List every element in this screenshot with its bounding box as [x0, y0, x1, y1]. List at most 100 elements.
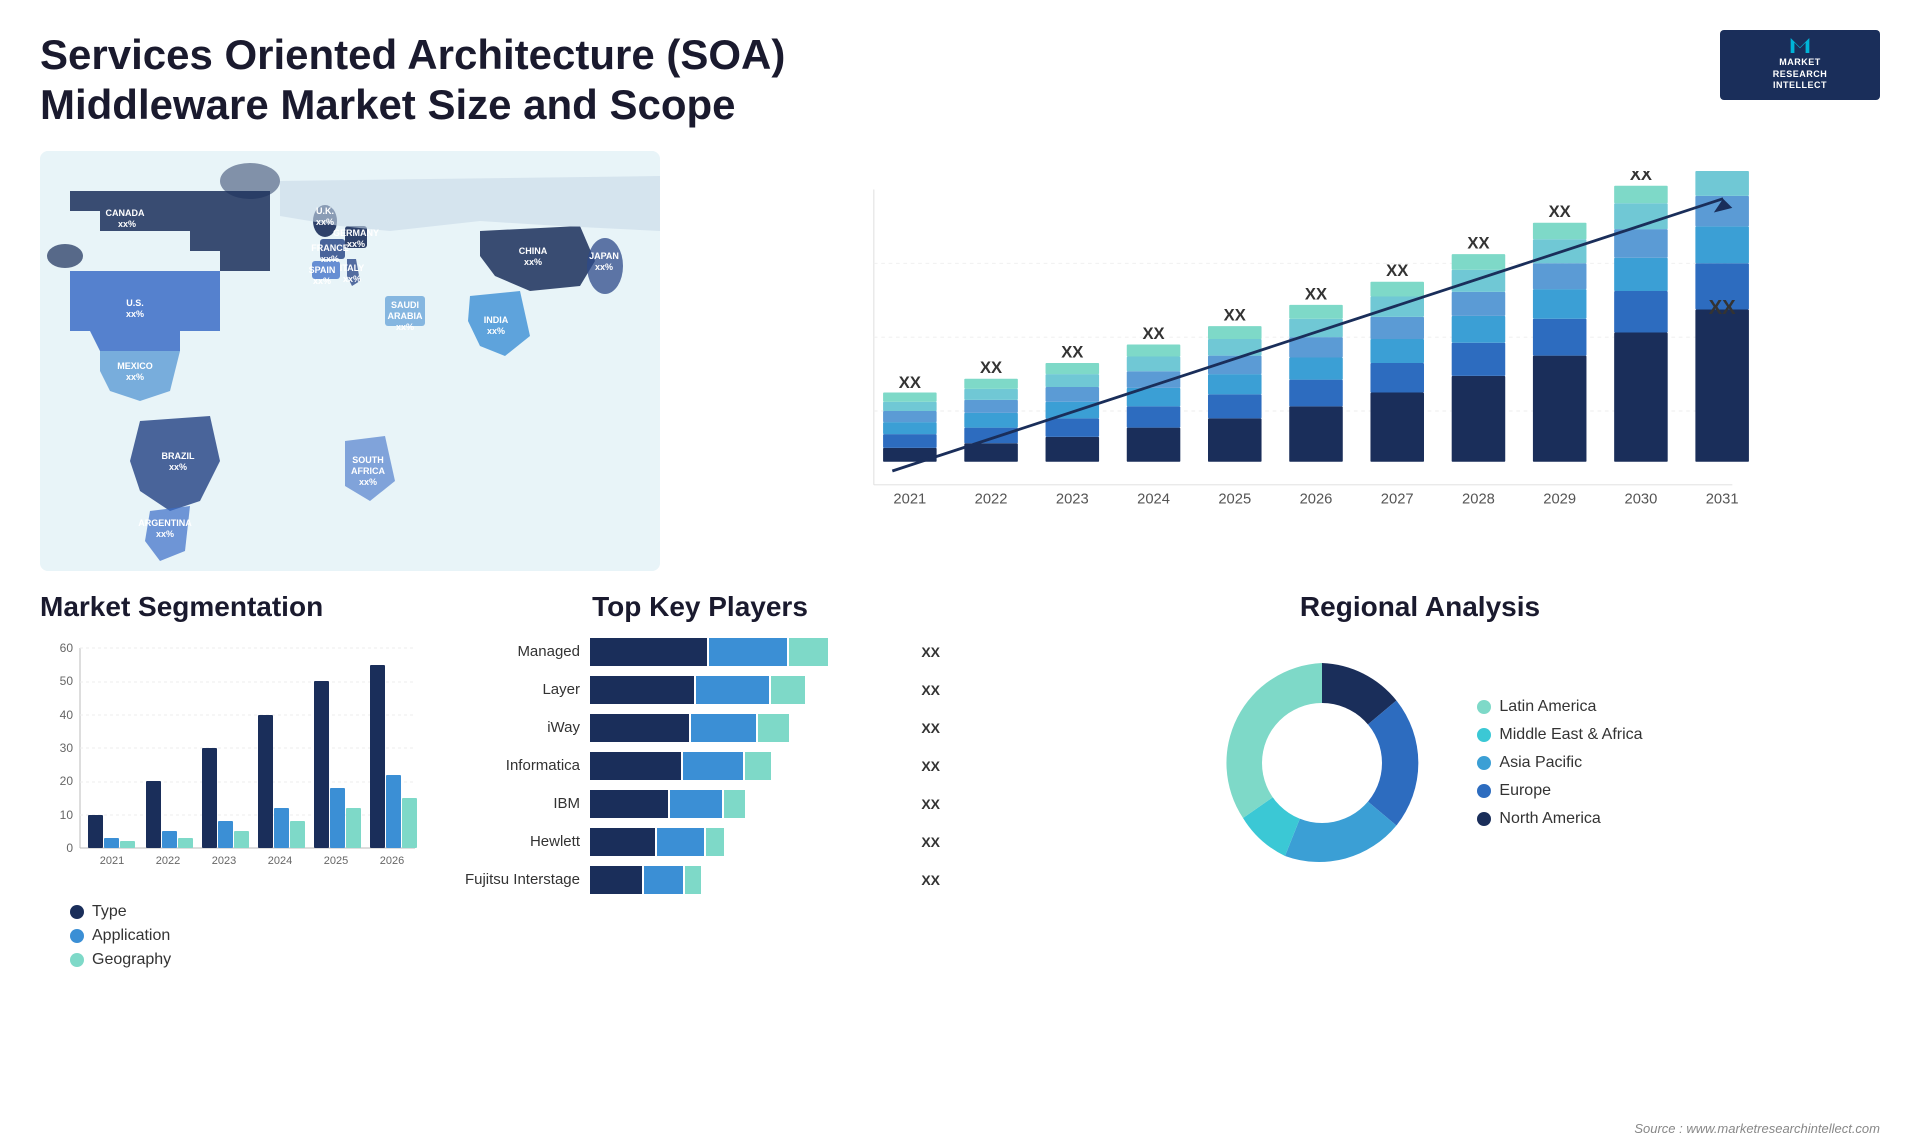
player-name: Layer [460, 681, 580, 698]
svg-text:2029: 2029 [1543, 491, 1576, 507]
donut-chart-svg [1197, 638, 1447, 888]
player-bar [590, 828, 906, 856]
svg-text:xx%: xx% [343, 274, 361, 284]
svg-text:xx%: xx% [595, 262, 613, 272]
player-name: Fujitsu Interstage [460, 871, 580, 888]
svg-text:2030: 2030 [1625, 491, 1658, 507]
market-segmentation-title: Market Segmentation [40, 591, 440, 623]
player-value: XX [921, 644, 940, 660]
svg-text:xx%: xx% [169, 462, 187, 472]
player-bar-segment [724, 790, 745, 818]
header: Services Oriented Architecture (SOA) Mid… [40, 30, 1880, 131]
svg-text:xx%: xx% [396, 322, 414, 332]
svg-text:2024: 2024 [268, 855, 292, 867]
bar-chart-svg: 60 50 40 30 20 10 0 2021 2022 [40, 638, 420, 888]
legend-asia-pacific: Asia Pacific [1477, 754, 1642, 772]
application-dot [70, 929, 84, 943]
latin-america-dot [1477, 700, 1491, 714]
svg-text:xx%: xx% [347, 239, 365, 249]
svg-text:XX: XX [1549, 202, 1571, 221]
player-name: Informatica [460, 757, 580, 774]
spain-label: SPAIN [309, 265, 336, 275]
player-bar-segment [683, 752, 743, 780]
page-container: Services Oriented Architecture (SOA) Mid… [0, 0, 1920, 1146]
svg-text:XX: XX [1630, 171, 1652, 184]
legend-type: Type [70, 903, 440, 921]
player-bar-segment [745, 752, 771, 780]
player-bar-segment [696, 676, 769, 704]
asia-pacific-dot [1477, 756, 1491, 770]
player-row: Managed XX [460, 638, 940, 666]
france-label: FRANCE [311, 243, 349, 253]
top-players-section: Top Key Players ManagedXXLayerXXiWayXXIn… [460, 591, 940, 971]
player-bar [590, 638, 906, 666]
svg-text:xx%: xx% [126, 372, 144, 382]
application-label: Application [92, 927, 170, 945]
donut-section: Latin America Middle East & Africa Asia … [960, 638, 1880, 888]
player-bar-segment [590, 866, 642, 894]
player-bar-segment [657, 828, 704, 856]
legend-geography: Geography [70, 951, 440, 969]
player-value: XX [921, 796, 940, 812]
svg-text:xx%: xx% [156, 529, 174, 539]
argentina-label: ARGENTINA [138, 518, 192, 528]
player-bar-segment [706, 828, 724, 856]
player-bar-segment [758, 714, 789, 742]
player-value: XX [921, 758, 940, 774]
italy-label: ITALY [340, 263, 365, 273]
svg-text:40: 40 [60, 708, 74, 722]
logo-container: MARKET RESEARCH INTELLECT [1720, 30, 1880, 100]
europe-label: Europe [1499, 782, 1551, 800]
svg-text:XX: XX [1386, 261, 1408, 280]
player-name: IBM [460, 795, 580, 812]
svg-text:AFRICA: AFRICA [351, 466, 385, 476]
svg-text:XX: XX [899, 373, 921, 392]
germany-label: GERMANY [333, 228, 379, 238]
geography-label: Geography [92, 951, 171, 969]
legend-application: Application [70, 927, 440, 945]
india-label: INDIA [484, 315, 509, 325]
svg-text:2026: 2026 [1300, 491, 1333, 507]
player-bar [590, 790, 906, 818]
player-name: Managed [460, 643, 580, 660]
north-america-label: North America [1499, 810, 1600, 828]
us-label: U.S. [126, 298, 144, 308]
player-bar-segment [709, 638, 787, 666]
line-chart-container: XX XX XX [680, 151, 1880, 571]
regional-analysis-title: Regional Analysis [960, 591, 1880, 623]
svg-text:2031: 2031 [1706, 491, 1739, 507]
world-map-svg: CANADA xx% U.S. xx% MEXICO xx% BRAZIL xx… [40, 151, 660, 571]
saudi-label: SAUDI [391, 300, 419, 310]
player-bar-segment [590, 638, 707, 666]
middle-east-label: Middle East & Africa [1499, 726, 1642, 744]
geography-dot [70, 953, 84, 967]
player-bar-segment [590, 676, 694, 704]
svg-text:ARABIA: ARABIA [388, 311, 423, 321]
type-label: Type [92, 903, 127, 921]
svg-text:xx%: xx% [316, 217, 334, 227]
latin-america-label: Latin America [1499, 698, 1596, 716]
svg-text:xx%: xx% [126, 309, 144, 319]
player-bar [590, 714, 906, 742]
logo-icon [1785, 38, 1815, 53]
player-bar-segment [644, 866, 683, 894]
player-bar-segment [670, 790, 722, 818]
svg-text:XX: XX [1061, 342, 1083, 361]
svg-text:2021: 2021 [893, 491, 926, 507]
player-bar-segment [590, 828, 655, 856]
svg-text:20: 20 [60, 774, 74, 788]
svg-text:2026: 2026 [380, 855, 404, 867]
svg-text:2022: 2022 [975, 491, 1008, 507]
svg-text:xx%: xx% [118, 219, 136, 229]
player-bar-segment [789, 638, 828, 666]
svg-text:xx%: xx% [321, 254, 339, 264]
svg-text:2022: 2022 [156, 855, 180, 867]
player-name: Hewlett [460, 833, 580, 850]
svg-text:XX: XX [1467, 233, 1489, 252]
svg-text:2023: 2023 [212, 855, 236, 867]
top-section: CANADA xx% U.S. xx% MEXICO xx% BRAZIL xx… [40, 151, 1880, 571]
player-bar-segment [590, 790, 668, 818]
svg-text:xx%: xx% [359, 477, 377, 487]
china-label: CHINA [519, 246, 548, 256]
europe-dot [1477, 784, 1491, 798]
